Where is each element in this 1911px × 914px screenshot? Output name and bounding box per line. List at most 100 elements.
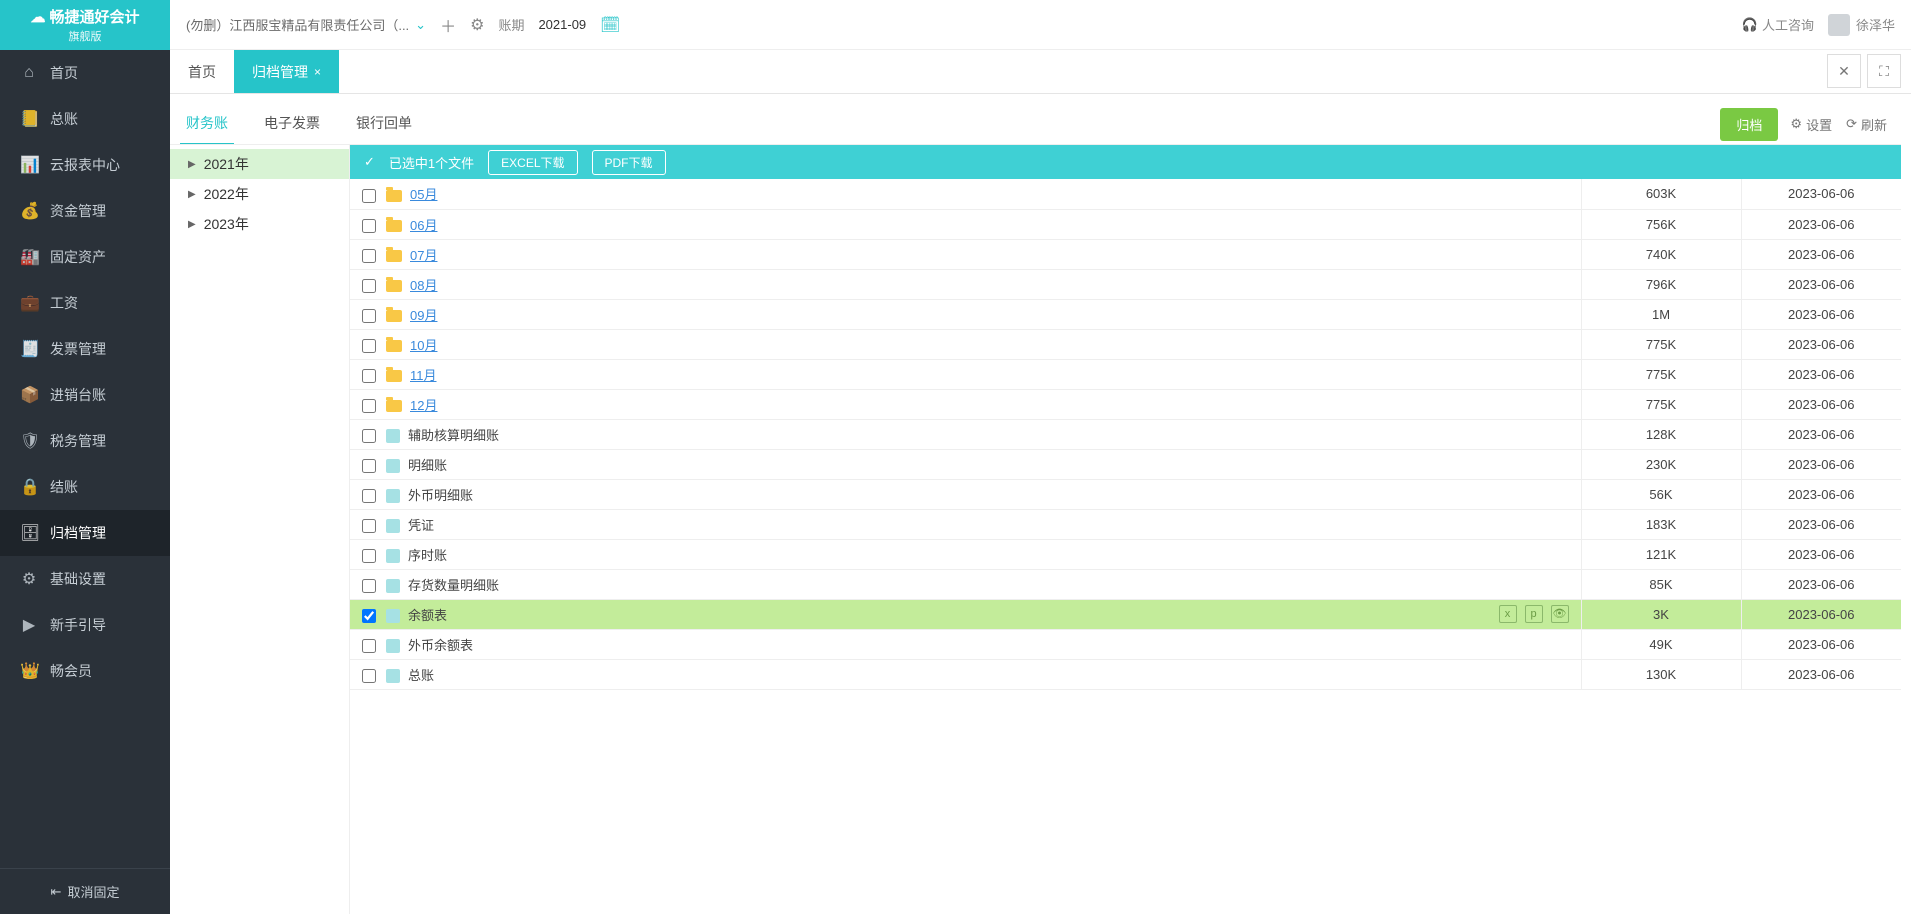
table-row[interactable]: 06月756K2023-06-06 bbox=[350, 209, 1901, 239]
file-name[interactable]: 10月 bbox=[410, 338, 437, 353]
tree-item-1[interactable]: ▶2022年 bbox=[170, 179, 349, 209]
excel-download-button[interactable]: EXCEL下载 bbox=[488, 150, 577, 175]
file-name[interactable]: 05月 bbox=[410, 187, 437, 202]
settings-link[interactable]: ⚙设置 bbox=[1790, 115, 1832, 134]
file-name[interactable]: 11月 bbox=[410, 368, 437, 383]
file-size: 740K bbox=[1581, 239, 1741, 269]
row-checkbox[interactable] bbox=[362, 579, 376, 593]
nav-label: 发票管理 bbox=[50, 339, 106, 359]
page-tab-1[interactable]: 归档管理× bbox=[234, 50, 339, 93]
row-checkbox[interactable] bbox=[362, 429, 376, 443]
refresh-link[interactable]: ⟳刷新 bbox=[1846, 115, 1887, 134]
table-row[interactable]: 10月775K2023-06-06 bbox=[350, 329, 1901, 359]
company-name: (勿删）江西服宝精品有限责任公司（... bbox=[186, 15, 409, 34]
file-name[interactable]: 09月 bbox=[410, 308, 437, 323]
sidebar-item-10[interactable]: 🗄归档管理 bbox=[0, 510, 170, 556]
row-checkbox[interactable] bbox=[362, 669, 376, 683]
sidebar-item-6[interactable]: 🧾发票管理 bbox=[0, 326, 170, 372]
file-size: 775K bbox=[1581, 389, 1741, 419]
excel-icon[interactable]: x bbox=[1499, 605, 1517, 623]
row-checkbox[interactable] bbox=[362, 189, 376, 203]
table-row[interactable]: 11月775K2023-06-06 bbox=[350, 359, 1901, 389]
sidebar-item-0[interactable]: ⌂首页 bbox=[0, 50, 170, 96]
file-name[interactable]: 08月 bbox=[410, 278, 437, 293]
archive-button[interactable]: 归档 bbox=[1720, 108, 1778, 141]
sidebar-item-7[interactable]: 📦进销台账 bbox=[0, 372, 170, 418]
close-icon[interactable]: × bbox=[314, 65, 321, 79]
file-name[interactable]: 07月 bbox=[410, 248, 437, 263]
file-date: 2023-06-06 bbox=[1741, 329, 1901, 359]
consult-link[interactable]: 🎧 人工咨询 bbox=[1742, 15, 1814, 34]
tree-item-2[interactable]: ▶2023年 bbox=[170, 209, 349, 239]
period-value[interactable]: 2021-09 bbox=[538, 17, 586, 32]
row-checkbox[interactable] bbox=[362, 519, 376, 533]
fullscreen-button[interactable]: ⛶ bbox=[1867, 54, 1901, 88]
consult-label: 人工咨询 bbox=[1762, 15, 1814, 34]
row-checkbox[interactable] bbox=[362, 549, 376, 563]
sidebar-item-1[interactable]: 📒总账 bbox=[0, 96, 170, 142]
nav-label: 工资 bbox=[50, 293, 78, 313]
table-row[interactable]: 辅助核算明细账128K2023-06-06 bbox=[350, 419, 1901, 449]
table-row[interactable]: 外币明细账56K2023-06-06 bbox=[350, 479, 1901, 509]
table-row[interactable]: 外币余额表49K2023-06-06 bbox=[350, 629, 1901, 659]
subtab-0[interactable]: 财务账 bbox=[180, 103, 234, 145]
table-row[interactable]: 总账130K2023-06-06 bbox=[350, 659, 1901, 689]
pdf-download-button[interactable]: PDF下载 bbox=[592, 150, 666, 175]
gear-icon[interactable]: ⚙ bbox=[470, 15, 484, 35]
row-checkbox[interactable] bbox=[362, 219, 376, 233]
table-row[interactable]: 12月775K2023-06-06 bbox=[350, 389, 1901, 419]
sidebar-item-2[interactable]: 📊云报表中心 bbox=[0, 142, 170, 188]
subtab-1[interactable]: 电子发票 bbox=[258, 103, 326, 145]
page-tabs-row: 首页归档管理× ✕ ⛶ bbox=[170, 50, 1911, 94]
table-row[interactable]: 08月796K2023-06-06 bbox=[350, 269, 1901, 299]
file-icon bbox=[386, 579, 400, 593]
folder-icon bbox=[386, 340, 402, 352]
sidebar-item-8[interactable]: 🛡税务管理 bbox=[0, 418, 170, 464]
calendar-icon[interactable]: 🗓 bbox=[600, 15, 620, 35]
brand-logo[interactable]: ☁畅捷通好会计 旗舰版 bbox=[0, 0, 170, 50]
row-checkbox[interactable] bbox=[362, 609, 376, 623]
row-checkbox[interactable] bbox=[362, 399, 376, 413]
page-tab-0[interactable]: 首页 bbox=[170, 50, 234, 93]
row-checkbox[interactable] bbox=[362, 249, 376, 263]
row-checkbox[interactable] bbox=[362, 459, 376, 473]
table-row[interactable]: 明细账230K2023-06-06 bbox=[350, 449, 1901, 479]
sidebar-item-4[interactable]: 🏭固定资产 bbox=[0, 234, 170, 280]
user-menu[interactable]: 徐泽华 bbox=[1828, 14, 1895, 36]
sidebar-item-13[interactable]: 👑畅会员 bbox=[0, 648, 170, 694]
row-checkbox[interactable] bbox=[362, 309, 376, 323]
company-selector[interactable]: (勿删）江西服宝精品有限责任公司（... ⌄ bbox=[186, 15, 426, 34]
row-checkbox[interactable] bbox=[362, 489, 376, 503]
file-date: 2023-06-06 bbox=[1741, 569, 1901, 599]
file-size: 603K bbox=[1581, 179, 1741, 209]
file-date: 2023-06-06 bbox=[1741, 599, 1901, 629]
pdf-icon[interactable]: p bbox=[1525, 605, 1543, 623]
table-row[interactable]: 凭证183K2023-06-06 bbox=[350, 509, 1901, 539]
file-name[interactable]: 06月 bbox=[410, 218, 437, 233]
unpin-button[interactable]: ⇤ 取消固定 bbox=[0, 868, 170, 914]
row-checkbox[interactable] bbox=[362, 639, 376, 653]
sidebar-item-5[interactable]: 💼工资 bbox=[0, 280, 170, 326]
sidebar-item-12[interactable]: ▶新手引导 bbox=[0, 602, 170, 648]
table-row[interactable]: 09月1M2023-06-06 bbox=[350, 299, 1901, 329]
nav-label: 结账 bbox=[50, 477, 78, 497]
pdf-view-icon[interactable]: 👁 bbox=[1551, 605, 1569, 623]
table-row[interactable]: 存货数量明细账85K2023-06-06 bbox=[350, 569, 1901, 599]
row-checkbox[interactable] bbox=[362, 279, 376, 293]
tree-item-0[interactable]: ▶2021年 bbox=[170, 149, 349, 179]
add-icon[interactable]: ＋ bbox=[440, 13, 456, 37]
close-tab-button[interactable]: ✕ bbox=[1827, 54, 1861, 88]
sidebar-item-9[interactable]: 🔒结账 bbox=[0, 464, 170, 510]
sidebar-item-11[interactable]: ⚙基础设置 bbox=[0, 556, 170, 602]
file-icon bbox=[386, 669, 400, 683]
table-row[interactable]: 05月603K2023-06-06 bbox=[350, 179, 1901, 209]
table-row[interactable]: 余额表xp👁3K2023-06-06 bbox=[350, 599, 1901, 629]
sidebar-item-3[interactable]: 💰资金管理 bbox=[0, 188, 170, 234]
row-checkbox[interactable] bbox=[362, 339, 376, 353]
subtab-2[interactable]: 银行回单 bbox=[350, 103, 418, 145]
table-row[interactable]: 序时账121K2023-06-06 bbox=[350, 539, 1901, 569]
table-row[interactable]: 07月740K2023-06-06 bbox=[350, 239, 1901, 269]
file-name[interactable]: 12月 bbox=[410, 398, 437, 413]
row-checkbox[interactable] bbox=[362, 369, 376, 383]
folder-icon bbox=[386, 310, 402, 322]
